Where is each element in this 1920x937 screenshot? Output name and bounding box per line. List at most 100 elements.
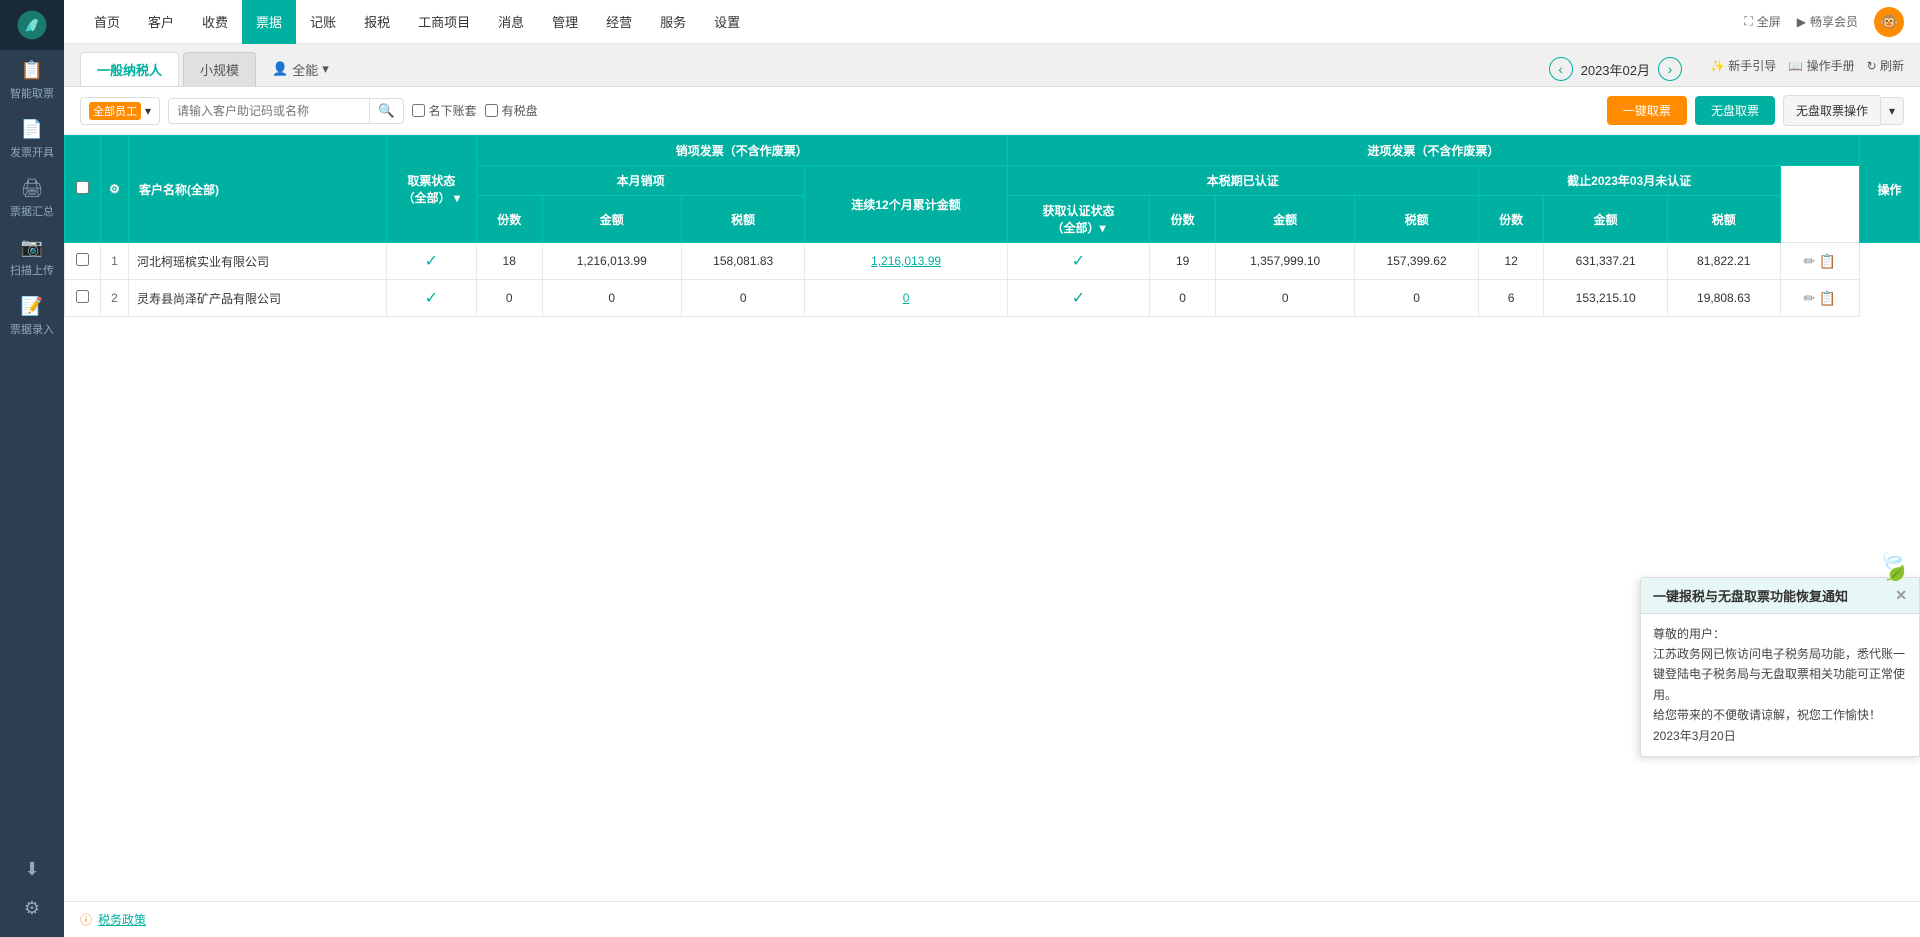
- nav-business[interactable]: 工商项目: [404, 0, 484, 44]
- youshuipan-checkbox-label[interactable]: 有税盘: [485, 102, 538, 119]
- invoice-open-icon: 📄: [21, 119, 43, 140]
- manual-btn[interactable]: 📖 操作手册: [1788, 57, 1854, 74]
- row1-view-btn[interactable]: 📋: [1819, 253, 1836, 269]
- employee-filter[interactable]: 全部员工 ▾: [80, 97, 160, 125]
- nav-right: ⛶ 全屏 ▶ 畅享会员 🐵: [1744, 7, 1904, 37]
- row1-p-uncert-tax: 81,822.21: [1667, 243, 1780, 280]
- nav-accounting[interactable]: 记账: [296, 0, 350, 44]
- sidebar-item-scan-upload[interactable]: 📷 扫描上传: [0, 227, 64, 286]
- notification-line-3: 2023年3月20日: [1653, 726, 1907, 746]
- col-p-uncert-count: 份数: [1478, 196, 1544, 243]
- member-btn[interactable]: ▶ 畅享会员: [1797, 13, 1858, 30]
- xiazhanghao-checkbox-label[interactable]: 名下账套: [412, 102, 477, 119]
- row2-view-btn[interactable]: 📋: [1819, 290, 1836, 306]
- row1-num: 1: [111, 254, 118, 268]
- col-p-cert-amount: 金额: [1215, 196, 1354, 243]
- next-month-btn[interactable]: ›: [1658, 57, 1682, 81]
- col-p-uncert-tax: 税额: [1667, 196, 1780, 243]
- col-client-name: 客户名称(全部): [139, 183, 219, 197]
- row1-edit-btn[interactable]: ✏: [1804, 253, 1816, 269]
- select-all-checkbox[interactable]: [76, 181, 89, 194]
- row1-p-uncert-amount: 631,337.21: [1544, 243, 1667, 280]
- sidebar-item-download[interactable]: ⬇: [0, 849, 64, 888]
- nav-settings[interactable]: 设置: [700, 0, 754, 44]
- nav-home[interactable]: 首页: [80, 0, 134, 44]
- content-area: 一般纳税人 小规模 👤 全能 ▾ ‹ 2023年02月 › ✨ 新手引导 📖 操…: [64, 44, 1920, 937]
- nodisk-ops-btn[interactable]: 无盘取票操作: [1783, 95, 1880, 126]
- new-guide-btn[interactable]: ✨ 新手引导: [1710, 57, 1776, 74]
- nav-tax[interactable]: 报税: [350, 0, 404, 44]
- youshuipan-label: 有税盘: [502, 102, 538, 119]
- filter-actions: 一键取票 无盘取票 无盘取票操作 ▾: [1607, 95, 1904, 126]
- sidebar-item-invoice-open[interactable]: 📄 发票开具: [0, 109, 64, 168]
- nav-operation[interactable]: 经营: [592, 0, 646, 44]
- nav-customer[interactable]: 客户: [134, 0, 188, 44]
- row2-checkbox[interactable]: [76, 290, 89, 303]
- p-cert-filter-icon[interactable]: ▾: [1100, 221, 1106, 235]
- prev-month-btn[interactable]: ‹: [1549, 57, 1573, 81]
- employee-dropdown-icon: ▾: [145, 104, 151, 118]
- xiazhanghao-label: 名下账套: [429, 102, 477, 119]
- sales-invoice-header: 销项发票（不含作废票）: [676, 144, 808, 158]
- row2-s-count: 0: [476, 280, 542, 317]
- row2-p-uncert-count: 6: [1478, 280, 1544, 317]
- xiazhanghao-checkbox[interactable]: [412, 104, 425, 117]
- col-fetch-status: 取票状态（全部）: [403, 174, 456, 205]
- sidebar-item-data-entry[interactable]: 📝 票据录入: [0, 286, 64, 345]
- settings-col-icon[interactable]: ⚙: [109, 182, 120, 196]
- tab-more-icon: ▾: [322, 61, 329, 77]
- tab-actions: ✨ 新手引导 📖 操作手册 ↻ 刷新: [1710, 57, 1904, 82]
- nodisk-btn[interactable]: 无盘取票: [1695, 96, 1775, 125]
- tax-policy-btn[interactable]: 税务政策: [98, 911, 146, 928]
- row1-s-amount: 1,216,013.99: [542, 243, 681, 280]
- sidebar-item-invoice-summary[interactable]: 🖨 票据汇总: [0, 168, 64, 227]
- notification-close-btn[interactable]: ✕: [1895, 587, 1907, 604]
- row1-p-cert-count: 19: [1150, 243, 1216, 280]
- avatar[interactable]: 🐵: [1874, 7, 1904, 37]
- fullscreen-btn[interactable]: ⛶ 全屏: [1744, 13, 1780, 30]
- fetch-status-filter-icon[interactable]: ▾: [454, 191, 460, 205]
- data-entry-icon: 📝: [21, 296, 43, 317]
- row2-s-tax: 0: [681, 280, 804, 317]
- main-table: ⚙ 客户名称(全部) 取票状态（全部） ▾ 销项发票（不含作废票）: [64, 135, 1920, 317]
- tab-general[interactable]: 一般纳税人: [80, 52, 179, 86]
- notification-scroll[interactable]: 尊敬的用户： 江苏政务网已恢访问电子税务局功能，悉代账一键登陆电子税务局与无盘取…: [1641, 614, 1919, 756]
- youshuipan-checkbox[interactable]: [485, 104, 498, 117]
- nav-billing[interactable]: 收费: [188, 0, 242, 44]
- download-icon: ⬇: [24, 859, 39, 880]
- nav-invoice[interactable]: 票据: [242, 0, 296, 44]
- sidebar-item-settings[interactable]: ⚙: [0, 888, 64, 927]
- tab-all-label: 全能: [292, 60, 318, 79]
- refresh-btn[interactable]: ↻ 刷新: [1867, 57, 1904, 74]
- nav-service[interactable]: 服务: [646, 0, 700, 44]
- top-nav: 首页 客户 收费 票据 记账 报税 工商项目 消息 管理 经营 服务 设置 ⛶ …: [64, 0, 1920, 44]
- table-row: 2 灵寿县尚泽矿产品有限公司 ✓ 0 0 0 0 ✓ 0 0 0 6 153,2…: [65, 280, 1920, 317]
- tab-small[interactable]: 小规模: [183, 52, 256, 86]
- row1-checkbox[interactable]: [76, 253, 89, 266]
- nav-message[interactable]: 消息: [484, 0, 538, 44]
- tab-all[interactable]: 👤 全能 ▾: [260, 53, 341, 86]
- onekey-btn[interactable]: 一键取票: [1607, 96, 1687, 125]
- row1-cumulative[interactable]: 1,216,013.99: [871, 254, 941, 268]
- notification-line-1: 江苏政务网已恢访问电子税务局功能，悉代账一键登陆电子税务局与无盘取票相关功能可正…: [1653, 644, 1907, 705]
- row2-p-cert-count: 0: [1150, 280, 1216, 317]
- nav-manage[interactable]: 管理: [538, 0, 592, 44]
- sidebar-item-smart-fetch-label: 智能取票: [10, 85, 54, 101]
- fullscreen-label: 全屏: [1757, 13, 1781, 30]
- search-input[interactable]: [169, 100, 369, 122]
- row1-s-tax: 158,081.83: [681, 243, 804, 280]
- sidebar-item-scan-upload-label: 扫描上传: [10, 262, 54, 278]
- row1-p-cert-icon: ✓: [1072, 253, 1085, 270]
- sidebar-item-invoice-open-label: 发票开具: [10, 144, 54, 160]
- nodisk-ops-arrow[interactable]: ▾: [1880, 97, 1904, 125]
- sidebar-item-smart-fetch[interactable]: 📋 智能取票: [0, 50, 64, 109]
- search-button[interactable]: 🔍: [369, 99, 403, 123]
- bottom-bar: ⓘ 税务政策: [64, 901, 1920, 937]
- main-area: 首页 客户 收费 票据 记账 报税 工商项目 消息 管理 经营 服务 设置 ⛶ …: [64, 0, 1920, 937]
- row1-s-count: 18: [476, 243, 542, 280]
- row2-edit-btn[interactable]: ✏: [1804, 290, 1816, 306]
- smart-fetch-icon: 📋: [21, 60, 43, 81]
- period-certified-label: 本税期已认证: [1207, 174, 1279, 188]
- row2-cumulative[interactable]: 0: [903, 291, 910, 305]
- col-s-tax: 税额: [681, 196, 804, 243]
